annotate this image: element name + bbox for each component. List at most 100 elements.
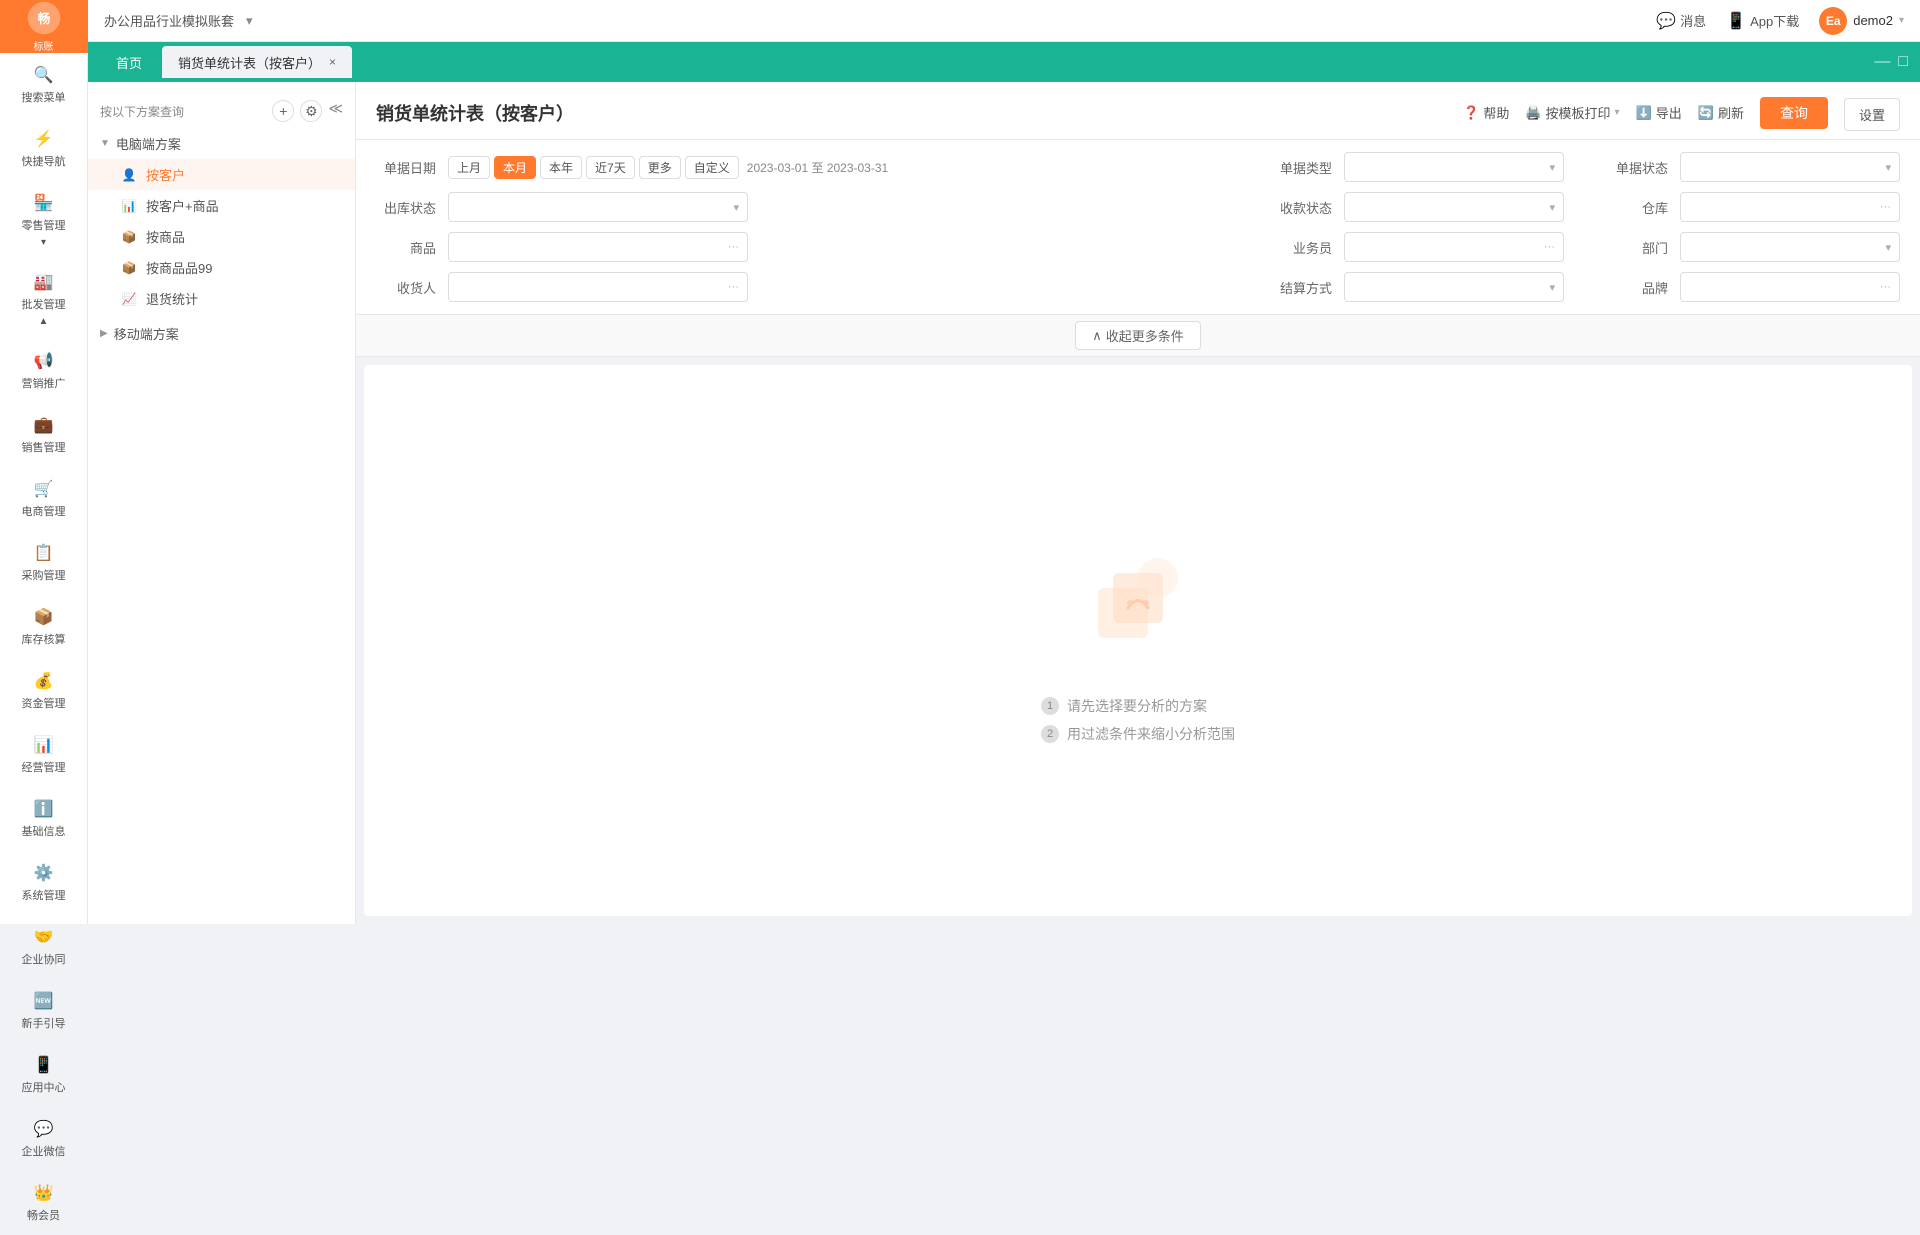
message-label: 消息 [1680,11,1706,30]
collapse-panel-icon[interactable]: ≪ [328,100,343,122]
sidebar-label-operations: 经营管理 [22,759,66,775]
export-button[interactable]: ⬇️ 导出 [1636,103,1682,122]
sidebar-item-marketing[interactable]: 📢 营销推广 [0,339,87,403]
out-status-label: 出库状态 [376,198,436,217]
sidebar-item-enterprise[interactable]: 🤝 企业协同 [0,915,87,979]
add-scheme-button[interactable]: + [272,100,294,122]
scheme-item-label-product-99: 按商品品99 [146,258,212,277]
help-button[interactable]: ❓ 帮助 [1463,103,1509,122]
scheme-item-by-product-99[interactable]: 📦 按商品品99 [88,252,355,283]
message-button[interactable]: 💬 消息 [1656,11,1706,31]
query-button[interactable]: 查询 [1760,97,1828,129]
sidebar-item-newbie[interactable]: 🆕 新手引导 [0,979,87,1043]
sidebar-item-wholesale[interactable]: 🏭 批发管理 ▲ [0,260,87,339]
tip2-text: 用过滤条件来缩小分析范围 [1067,724,1235,744]
pc-group-header[interactable]: ▼ 电脑端方案 [88,128,355,159]
tab-maximize-icon[interactable]: □ [1898,53,1908,71]
mobile-scheme-group: ▶ 移动端方案 [88,318,355,349]
tab-minimize-icon[interactable]: — [1874,53,1890,71]
scheme-item-returns[interactable]: 📈 退货统计 [88,283,355,314]
panel-section-title: 按以下方案查询 [100,103,264,120]
right-panel: 销货单统计表（按客户） ❓ 帮助 🖨️ 按模板打印 ▾ ⬇️ [356,82,1920,924]
order-type-select[interactable]: ▾ [1344,152,1564,182]
sidebar-item-wechat[interactable]: 💬 企业微信 [0,1107,87,1171]
sidebar-item-search[interactable]: 🔍 搜索菜单 [0,53,87,117]
sidebar-item-quick-nav[interactable]: ⚡ 快捷导航 [0,117,87,181]
tab-close-icon[interactable]: × [329,55,336,69]
main-area: 办公用品行业模拟账套 ▾ 💬 消息 📱 App下载 Ea demo2 ▾ 首页 [88,0,1920,924]
date-btn-last-month[interactable]: 上月 [448,156,490,179]
app-download-label: App下载 [1750,11,1799,30]
page-title-row: 销货单统计表（按客户） ❓ 帮助 🖨️ 按模板打印 ▾ ⬇️ [376,94,1900,139]
sidebar-item-ecommerce[interactable]: 🛒 电商管理 [0,467,87,531]
sidebar-label-newbie: 新手引导 [22,1015,66,1031]
sidebar-label-purchase: 采购管理 [22,567,66,583]
top-nav: 办公用品行业模拟账套 ▾ 💬 消息 📱 App下载 Ea demo2 ▾ [88,0,1920,42]
sidebar-label-wholesale: 批发管理 [22,296,66,312]
app-download-button[interactable]: 📱 App下载 [1726,11,1799,31]
sidebar-item-sales[interactable]: 💼 销售管理 [0,403,87,467]
mobile-group-header[interactable]: ▶ 移动端方案 [88,318,355,349]
newbie-icon: 🆕 [34,991,54,1011]
collapse-label: 收起更多条件 [1106,326,1184,345]
date-btn-this-year[interactable]: 本年 [540,156,582,179]
avatar: Ea [1819,7,1847,35]
collapse-conditions-button[interactable]: ∧ 收起更多条件 [1075,321,1201,350]
sidebar-item-app-center[interactable]: 📱 应用中心 [0,1043,87,1107]
scheme-item-by-product[interactable]: 📦 按商品 [88,221,355,252]
date-btn-this-month[interactable]: 本月 [494,156,536,179]
receiver-select[interactable]: ··· [448,272,748,302]
order-status-select[interactable]: ▾ [1680,152,1900,182]
print-button[interactable]: 🖨️ 按模板打印 ▾ [1525,103,1619,122]
wechat-icon: 💬 [34,1119,54,1139]
purchase-icon: 📋 [34,543,54,563]
empty-state: 1 请先选择要分析的方案 2 用过滤条件来缩小分析范围 [364,365,1912,916]
refresh-button[interactable]: 🔄 刷新 [1698,103,1744,122]
print-label: 按模板打印 [1546,103,1611,122]
sidebar-label-enterprise: 企业协同 [22,951,66,967]
scheme-item-by-customer-product[interactable]: 📊 按客户+商品 [88,190,355,221]
sidebar-item-finance[interactable]: 💰 资金管理 [0,659,87,723]
department-select[interactable]: ▾ [1680,232,1900,262]
settings-scheme-button[interactable]: ⚙ [300,100,322,122]
warehouse-select[interactable]: ··· [1680,192,1900,222]
brand-select[interactable]: ··· [1680,272,1900,302]
settle-select[interactable]: ▾ [1344,272,1564,302]
settings-button[interactable]: 设置 [1844,98,1900,131]
scheme-item-by-customer[interactable]: 👤 按客户 [88,159,355,190]
sidebar-label-ecommerce: 电商管理 [22,503,66,519]
sidebar-item-system[interactable]: ⚙️ 系统管理 [0,851,87,915]
date-btn-last-7-days[interactable]: 近7天 [586,156,635,179]
brand-dots: ··· [1880,281,1891,293]
collect-status-select[interactable]: ▾ [1344,192,1564,222]
app-slogan: 标账 [34,38,54,53]
product-select[interactable]: ··· [448,232,748,262]
sidebar-item-operations[interactable]: 📊 经营管理 [0,723,87,787]
collapse-chevron-icon: ∧ [1092,328,1102,344]
out-status-select[interactable]: ▾ [448,192,748,222]
salesperson-select[interactable]: ··· [1344,232,1564,262]
sidebar-item-basic[interactable]: ℹ️ 基础信息 [0,787,87,851]
date-btn-custom[interactable]: 自定义 [685,156,739,179]
print-arrow-icon: ▾ [1615,107,1620,118]
enterprise-icon: 🤝 [34,927,54,947]
industry-chevron[interactable]: ▾ [246,13,253,29]
left-panel: 按以下方案查询 + ⚙ ≪ ▼ 电脑端方案 👤 按客户 📊 [88,82,356,924]
sidebar-item-inventory[interactable]: 📦 库存核算 [0,595,87,659]
sidebar-item-retail[interactable]: 🏪 零售管理 ▾ [0,181,87,260]
by-product-99-icon: 📦 [120,259,138,277]
page-header: 销货单统计表（按客户） ❓ 帮助 🖨️ 按模板打印 ▾ ⬇️ [356,82,1920,140]
message-icon: 💬 [1656,11,1676,31]
marketing-icon: 📢 [34,351,54,371]
sidebar-item-purchase[interactable]: 📋 采购管理 [0,531,87,595]
tab-report[interactable]: 销货单统计表（按客户） × [162,46,352,78]
date-btn-more[interactable]: 更多 [639,156,681,179]
user-menu[interactable]: Ea demo2 ▾ [1819,7,1904,35]
sidebar-item-membership[interactable]: 👑 畅会员 [0,1171,87,1235]
filter-row-4: 收货人 ··· 结算方式 ▾ 品牌 ··· [376,272,1900,302]
tab-home[interactable]: 首页 [100,46,158,78]
scheme-item-label-customer-product: 按客户+商品 [146,196,219,215]
salesperson-label: 业务员 [1272,238,1332,257]
warehouse-label: 仓库 [1608,198,1668,217]
date-buttons: 上月 本月 本年 近7天 更多 自定义 2023-03-01 至 2023-03… [448,156,888,179]
